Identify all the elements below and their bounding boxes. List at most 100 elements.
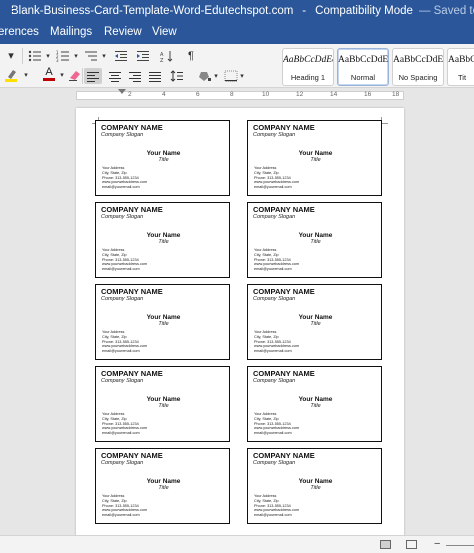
address-line: email@youremail.com [102, 185, 140, 190]
decrease-indent-icon[interactable] [112, 48, 130, 64]
sort-icon[interactable]: AZ [158, 48, 176, 64]
address-line: email@youremail.com [254, 185, 292, 190]
person-title: Title [310, 485, 321, 491]
ribbon-toolbar: ▾ ▾ 123 ▾ ▾ AZ ¶ ▾ A ▾ ▾ ▾ AaBbCcDdEe He… [0, 44, 474, 88]
business-card[interactable]: COMPANY NAME Company Slogan Your Name Title… [247, 202, 382, 278]
company-slogan: Company Slogan [253, 296, 296, 302]
document-title: Blank-Business-Card-Template-Word-Edutec… [11, 5, 294, 17]
bullets-dropdown-icon[interactable]: ▾ [44, 48, 52, 64]
svg-text:Z: Z [160, 58, 164, 62]
company-slogan: Company Slogan [253, 132, 296, 138]
web-layout-view-icon[interactable] [406, 540, 417, 549]
ruler-number: 12 [296, 91, 304, 98]
person-title: Title [158, 321, 169, 327]
company-slogan: Company Slogan [101, 296, 144, 302]
borders-dropdown-icon[interactable]: ▾ [238, 68, 246, 84]
person-name: Your Name [298, 396, 333, 403]
align-center-icon[interactable] [106, 68, 124, 84]
ruler-number: 10 [262, 91, 270, 98]
address-block: Your Address City, State, Zip Phone: 313-5… [254, 330, 299, 354]
business-card[interactable]: COMPANY NAME Company Slogan Your Name Title… [247, 120, 382, 196]
zoom-slider[interactable] [446, 545, 474, 546]
highlight-dropdown-icon[interactable]: ▾ [22, 67, 30, 83]
multilevel-list-icon[interactable] [82, 48, 100, 64]
person-name: Your Name [146, 396, 181, 403]
address-line: email@youremail.com [102, 431, 140, 436]
increase-indent-icon[interactable] [134, 48, 152, 64]
business-card[interactable]: COMPANY NAME Company Slogan Your Name Title… [247, 448, 382, 524]
address-line: email@youremail.com [102, 513, 140, 518]
shading-dropdown-icon[interactable]: ▾ [212, 68, 220, 84]
ruler-number: 14 [330, 91, 338, 98]
font-color-button[interactable]: A [40, 66, 58, 82]
style-title[interactable]: AaBbC Tit [447, 48, 474, 86]
highlight-icon[interactable] [2, 67, 20, 83]
style-no-spacing[interactable]: AaBbCcDdE No Spacing [392, 48, 444, 86]
style-name: Heading 1 [290, 73, 326, 82]
style-sample: AaBbC [448, 55, 474, 65]
font-color-bar [43, 78, 55, 81]
company-slogan: Company Slogan [253, 460, 296, 466]
company-slogan: Company Slogan [101, 132, 144, 138]
business-card[interactable]: COMPANY NAME Company Slogan Your Name Title… [95, 202, 230, 278]
business-card[interactable]: COMPANY NAME Company Slogan Your Name Title… [95, 448, 230, 524]
font-size-down-icon[interactable]: ▾ [2, 47, 20, 63]
print-layout-view-icon[interactable] [380, 540, 391, 549]
business-card[interactable]: COMPANY NAME Company Slogan Your Name Title… [95, 366, 230, 442]
tab-references[interactable]: erences [0, 26, 39, 38]
person-title: Title [310, 239, 321, 245]
address-block: Your Address City, State, Zip Phone: 313-5… [254, 166, 299, 190]
bullets-list-icon[interactable] [26, 48, 44, 64]
align-right-icon[interactable] [126, 68, 144, 84]
ribbon-tabs: erences Mailings Review View [0, 22, 474, 44]
tab-view[interactable]: View [152, 26, 177, 38]
address-block: Your Address City, State, Zip Phone: 313-5… [102, 494, 147, 518]
ruler-number: 8 [230, 91, 234, 98]
company-slogan: Company Slogan [101, 378, 144, 384]
indent-marker-icon[interactable] [118, 89, 126, 94]
address-line: email@youremail.com [102, 349, 140, 354]
tab-review[interactable]: Review [104, 26, 142, 38]
business-card[interactable]: COMPANY NAME Company Slogan Your Name Title… [95, 284, 230, 360]
person-name: Your Name [298, 314, 333, 321]
company-slogan: Company Slogan [253, 378, 296, 384]
address-line: email@youremail.com [254, 431, 292, 436]
numbering-list-icon[interactable]: 123 [54, 48, 72, 64]
address-line: email@youremail.com [254, 513, 292, 518]
line-spacing-icon[interactable] [168, 68, 186, 84]
font-color-dropdown-icon[interactable]: ▾ [58, 67, 66, 83]
address-block: Your Address City, State, Zip Phone: 313-5… [254, 412, 299, 436]
company-name: COMPANY NAME [101, 369, 163, 378]
zoom-out-icon[interactable]: − [434, 538, 440, 550]
company-name: COMPANY NAME [101, 451, 163, 460]
company-slogan: Company Slogan [253, 214, 296, 220]
status-bar: − [0, 535, 474, 553]
company-name: COMPANY NAME [101, 205, 163, 214]
ruler-number: 18 [392, 91, 400, 98]
person-name: Your Name [146, 478, 181, 485]
style-normal[interactable]: AaBbCcDdE Normal [337, 48, 389, 86]
justify-icon[interactable] [146, 68, 164, 84]
company-name: COMPANY NAME [253, 123, 315, 132]
style-name: Tit [457, 73, 467, 82]
person-title: Title [310, 321, 321, 327]
align-left-icon[interactable] [84, 68, 102, 84]
style-sample: AaBbCcDdEe [283, 55, 333, 65]
compatibility-mode-label: Compatibility Mode [315, 5, 413, 17]
ruler-number: 2 [128, 91, 132, 98]
business-card[interactable]: COMPANY NAME Company Slogan Your Name Title… [247, 284, 382, 360]
business-card[interactable]: COMPANY NAME Company Slogan Your Name Title… [247, 366, 382, 442]
address-block: Your Address City, State, Zip Phone: 313-5… [254, 248, 299, 272]
person-name: Your Name [298, 478, 333, 485]
tab-mailings[interactable]: Mailings [50, 26, 92, 38]
business-card[interactable]: COMPANY NAME Company Slogan Your Name Title… [95, 120, 230, 196]
company-name: COMPANY NAME [101, 287, 163, 296]
person-title: Title [158, 157, 169, 163]
style-heading-1[interactable]: AaBbCcDdEe Heading 1 [282, 48, 334, 86]
show-formatting-marks-icon[interactable]: ¶ [182, 48, 200, 64]
numbering-dropdown-icon[interactable]: ▾ [72, 48, 80, 64]
person-name: Your Name [146, 232, 181, 239]
multilevel-dropdown-icon[interactable]: ▾ [100, 48, 108, 64]
document-page[interactable]: COMPANY NAME Company Slogan Your Name Title… [76, 108, 404, 535]
horizontal-ruler[interactable]: 2 4 6 8 10 12 14 16 18 [0, 89, 474, 101]
